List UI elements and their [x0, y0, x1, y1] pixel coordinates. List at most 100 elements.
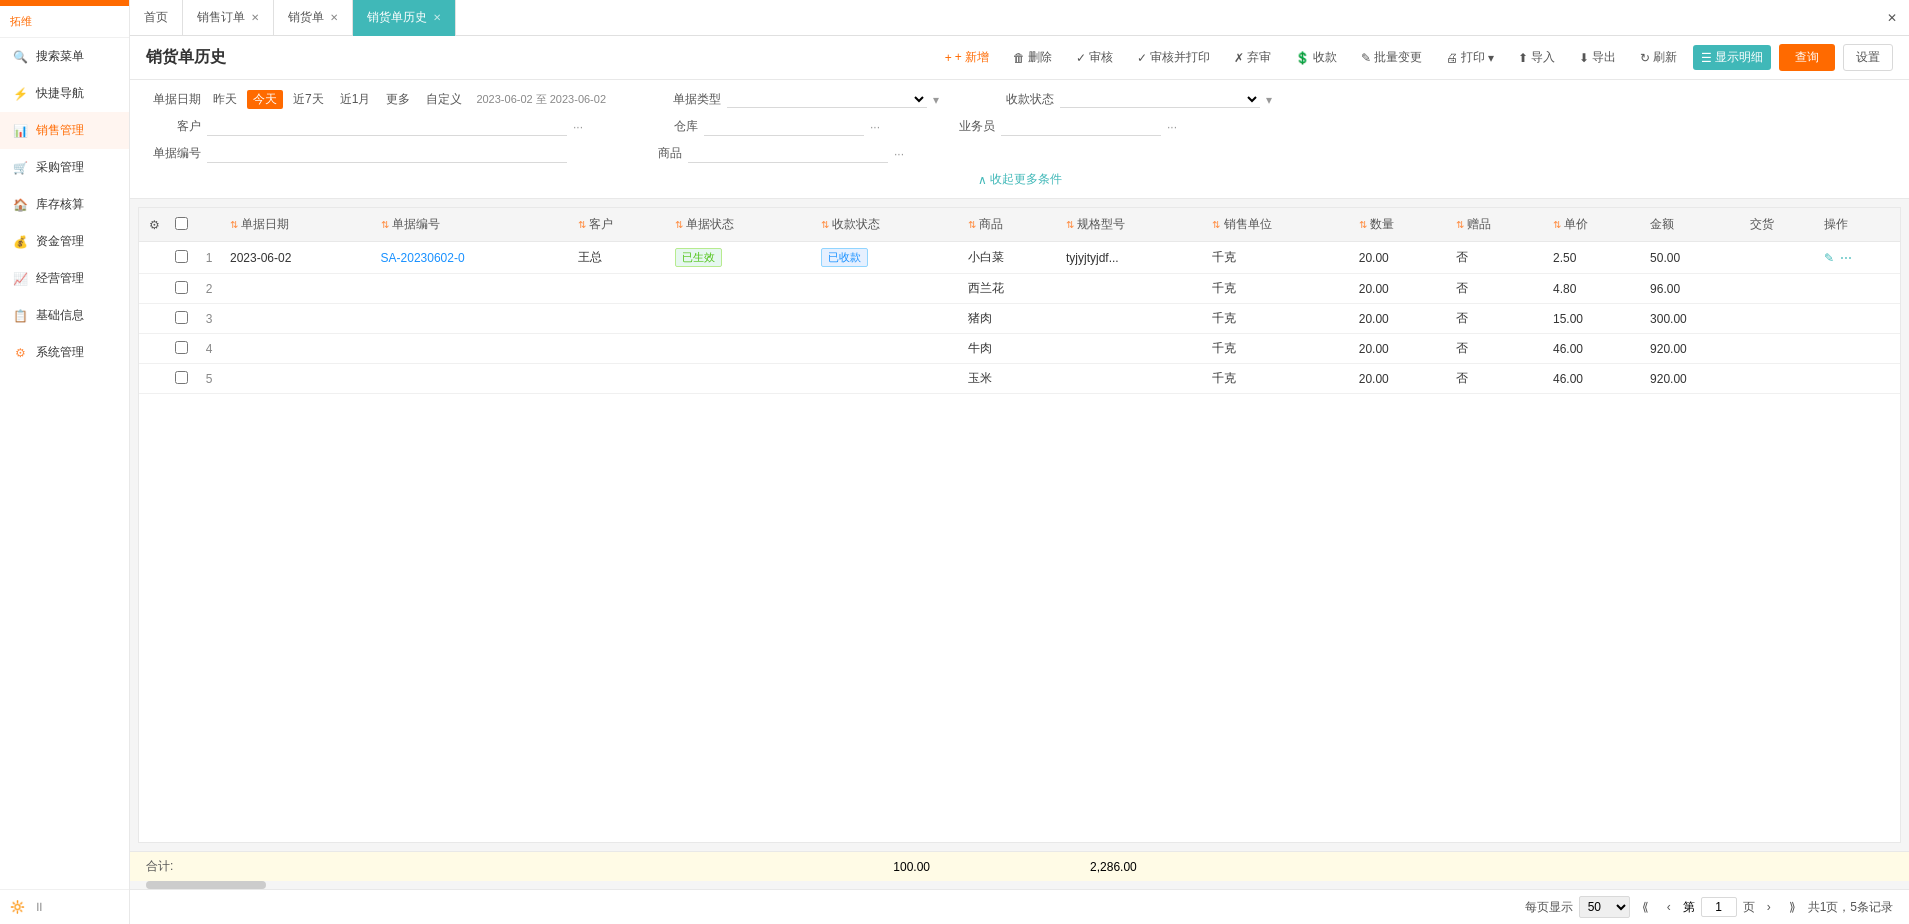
row-checkbox[interactable] — [175, 371, 188, 384]
query-button[interactable]: 查询 — [1779, 44, 1835, 71]
col-goods[interactable]: ⇅ 商品 — [962, 208, 1060, 242]
sidebar-bottom-icon2[interactable]: ⏸ — [33, 900, 45, 914]
review-button[interactable]: ✓ 审核 — [1068, 45, 1121, 70]
salesman-input[interactable] — [1001, 117, 1161, 136]
select-all-checkbox[interactable] — [175, 217, 188, 230]
next-page-btn[interactable]: › — [1761, 898, 1777, 916]
salesman-search-btn[interactable]: ··· — [1167, 120, 1177, 134]
col-customer[interactable]: ⇅ 客户 — [572, 208, 669, 242]
date-range-display: 2023-06-02 至 2023-06-02 — [476, 92, 606, 107]
sidebar-bottom-icon1[interactable]: 🔆 — [10, 900, 25, 914]
collapse-btn[interactable]: ∧ 收起更多条件 — [978, 171, 1062, 188]
sidebar-item-finance[interactable]: 💰 资金管理 — [0, 223, 129, 260]
col-doc-no[interactable]: ⇅ 单据编号 — [375, 208, 572, 242]
filter-doc-type: 单据类型 ▾ — [666, 91, 939, 108]
row-checkbox[interactable] — [175, 341, 188, 354]
cell-trade — [1744, 364, 1818, 394]
col-doc-status[interactable]: ⇅ 单据状态 — [669, 208, 815, 242]
print-button[interactable]: 🖨 打印 ▾ — [1438, 45, 1502, 70]
customer-search-btn[interactable]: ··· — [573, 120, 583, 134]
tab-sales-history[interactable]: 销货单历史 ✕ — [353, 0, 456, 36]
batch-change-button[interactable]: ✎ 批量变更 — [1353, 45, 1430, 70]
tab-home[interactable]: 首页 — [130, 0, 183, 36]
doc-type-select[interactable] — [727, 91, 927, 108]
new-button[interactable]: + + 新增 — [937, 45, 997, 70]
col-settings[interactable]: ⚙ — [139, 208, 169, 242]
date-7days[interactable]: 近7天 — [287, 90, 330, 109]
date-today[interactable]: 今天 — [247, 90, 283, 109]
horizontal-scrollbar[interactable] — [130, 881, 1909, 889]
cell-price: 4.80 — [1547, 274, 1644, 304]
tab-sales-order[interactable]: 销售订单 ✕ — [183, 0, 274, 36]
customer-input[interactable] — [207, 117, 567, 136]
warehouse-search-btn[interactable]: ··· — [870, 120, 880, 134]
new-icon: + — [945, 51, 952, 65]
date-custom[interactable]: 自定义 — [420, 90, 468, 109]
date-more[interactable]: 更多 — [380, 90, 416, 109]
col-unit[interactable]: ⇅ 销售单位 — [1206, 208, 1352, 242]
cell-customer — [572, 364, 669, 394]
cell-check[interactable] — [169, 304, 194, 334]
cell-trade — [1744, 242, 1818, 274]
cell-num: 2 — [194, 274, 224, 304]
show-detail-button[interactable]: ☰ 显示明细 — [1693, 45, 1771, 70]
cell-check[interactable] — [169, 242, 194, 274]
col-gift[interactable]: ⇅ 赠品 — [1450, 208, 1547, 242]
cell-actions: ✎⋯ — [1818, 242, 1900, 274]
set-button[interactable]: 设置 — [1843, 44, 1893, 71]
col-spec[interactable]: ⇅ 规格型号 — [1060, 208, 1206, 242]
sidebar-item-sales-mgmt[interactable]: 📊 销售管理 — [0, 112, 129, 149]
col-price[interactable]: ⇅ 单价 — [1547, 208, 1644, 242]
first-page-btn[interactable]: ⟪ — [1636, 898, 1655, 916]
collect-status-select[interactable] — [1060, 91, 1260, 108]
col-check[interactable] — [169, 208, 194, 242]
col-date[interactable]: ⇅ 单据日期 — [224, 208, 375, 242]
prev-page-btn[interactable]: ‹ — [1661, 898, 1677, 916]
footer-label: 合计: — [146, 858, 173, 875]
sidebar-item-quick-nav[interactable]: ⚡ 快捷导航 — [0, 75, 129, 112]
last-page-btn[interactable]: ⟫ — [1783, 898, 1802, 916]
col-qty[interactable]: ⇅ 数量 — [1353, 208, 1450, 242]
tab-sales-history-close[interactable]: ✕ — [433, 12, 441, 23]
tab-sales-delivery[interactable]: 销货单 ✕ — [274, 0, 353, 36]
date-1month[interactable]: 近1月 — [334, 90, 377, 109]
cell-check[interactable] — [169, 274, 194, 304]
collect-button[interactable]: 💲 收款 — [1287, 45, 1345, 70]
cell-pay-status — [815, 304, 961, 334]
sidebar-item-inventory[interactable]: 🏠 库存核算 — [0, 186, 129, 223]
col-pay-status[interactable]: ⇅ 收款状态 — [815, 208, 961, 242]
cell-gift: 否 — [1450, 334, 1547, 364]
tab-sales-delivery-close[interactable]: ✕ — [330, 12, 338, 23]
export-button[interactable]: ⬇ 导出 — [1571, 45, 1624, 70]
export-icon: ⬇ — [1579, 51, 1589, 65]
abandon-button[interactable]: ✗ 弃审 — [1226, 45, 1279, 70]
tab-sales-order-close[interactable]: ✕ — [251, 12, 259, 23]
import-button[interactable]: ⬆ 导入 — [1510, 45, 1563, 70]
refresh-button[interactable]: ↻ 刷新 — [1632, 45, 1685, 70]
page-number-input[interactable] — [1701, 897, 1737, 917]
row-checkbox[interactable] — [175, 250, 188, 263]
row-checkbox[interactable] — [175, 281, 188, 294]
scrollbar-thumb[interactable] — [146, 881, 266, 889]
sort-icon8: ⇅ — [1212, 219, 1220, 230]
sidebar-item-operations[interactable]: 📈 经营管理 — [0, 260, 129, 297]
sidebar-item-basic-info[interactable]: 📋 基础信息 — [0, 297, 129, 334]
cell-check[interactable] — [169, 364, 194, 394]
sidebar-search[interactable]: 🔍 搜索菜单 — [0, 38, 129, 75]
edit-action[interactable]: ✎ — [1824, 251, 1834, 265]
window-close-btn[interactable]: ✕ — [1875, 11, 1909, 25]
cell-qty: 20.00 — [1353, 274, 1450, 304]
row-checkbox[interactable] — [175, 311, 188, 324]
review-print-button[interactable]: ✓ 审核并打印 — [1129, 45, 1218, 70]
per-page-select[interactable]: 50 100 — [1579, 896, 1630, 918]
delete-button[interactable]: 🗑 删除 — [1005, 45, 1060, 70]
goods-input[interactable] — [688, 144, 888, 163]
more-action[interactable]: ⋯ — [1840, 251, 1852, 265]
goods-search-btn[interactable]: ··· — [894, 147, 904, 161]
date-yesterday[interactable]: 昨天 — [207, 90, 243, 109]
cell-check[interactable] — [169, 334, 194, 364]
warehouse-input[interactable] — [704, 117, 864, 136]
sidebar-item-system-mgmt[interactable]: ⚙ 系统管理 — [0, 334, 129, 371]
sidebar-item-purchase-mgmt[interactable]: 🛒 采购管理 — [0, 149, 129, 186]
doc-no-input[interactable] — [207, 144, 567, 163]
